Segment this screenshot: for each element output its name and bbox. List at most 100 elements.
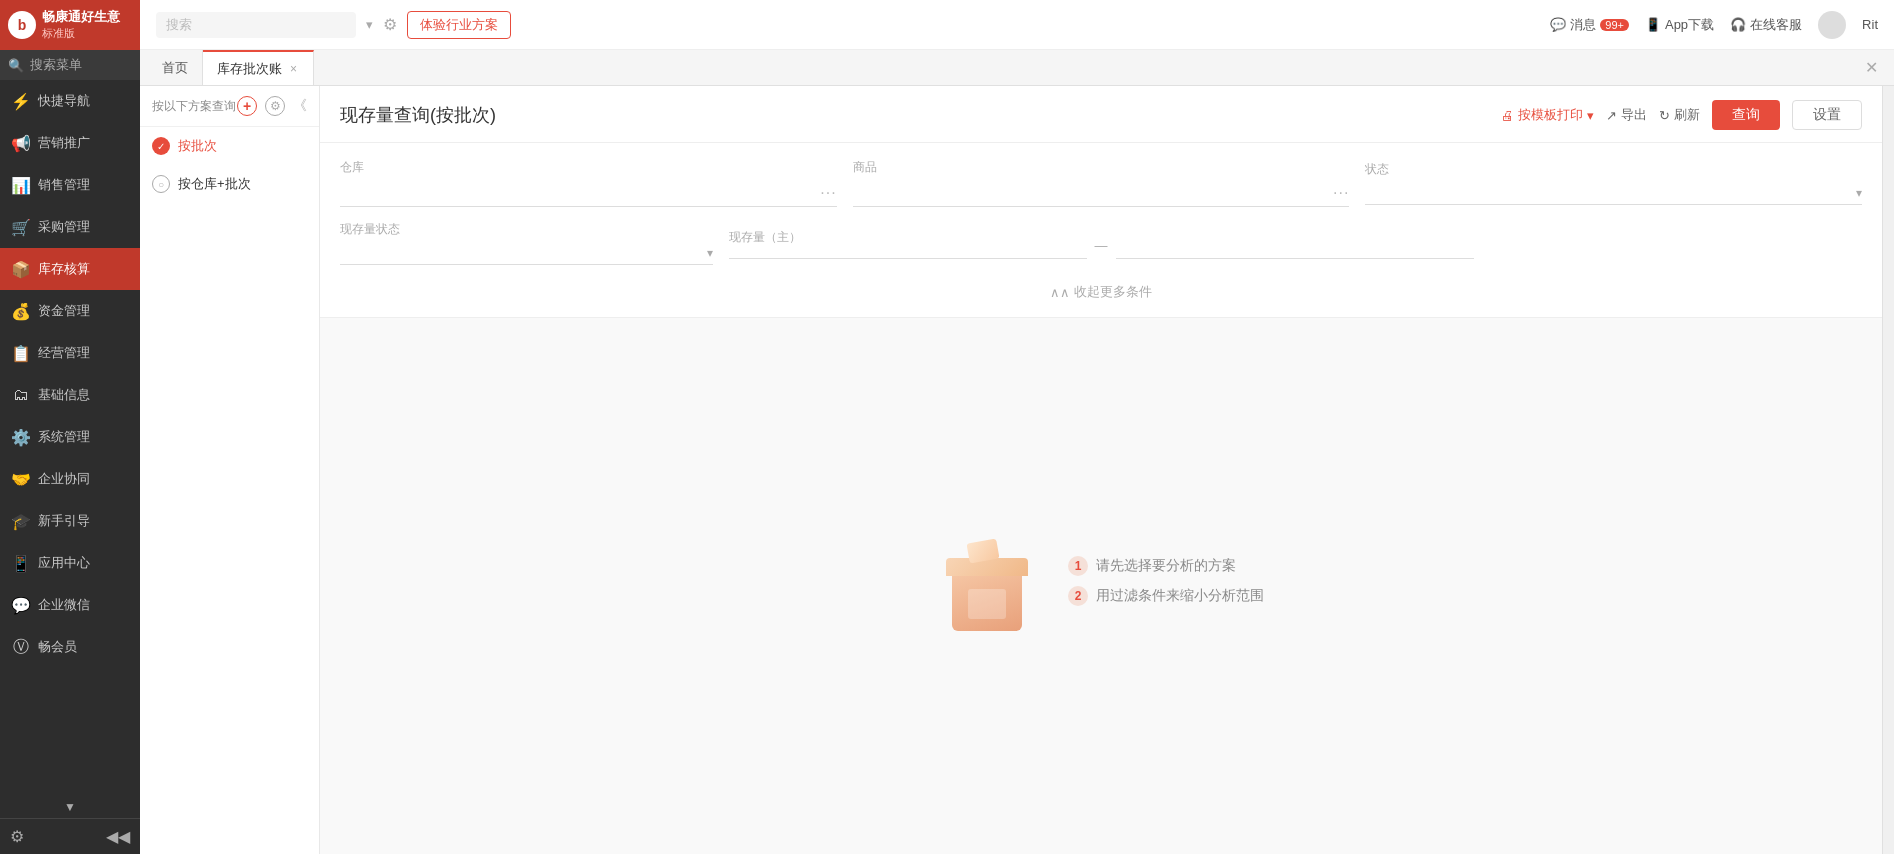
tab-bar: 首页 库存批次账 × ✕ [140, 50, 1894, 86]
topbar-gear-icon[interactable]: ⚙ [383, 15, 397, 34]
empty-text: 1 请先选择要分析的方案 2 用过滤条件来缩小分析范围 [1068, 556, 1264, 616]
messages-badge: 99+ [1600, 19, 1629, 31]
username[interactable]: Rit [1862, 17, 1878, 32]
left-panel-header-actions: + ⚙ 《 [237, 96, 307, 116]
sidebar-item-operations[interactable]: 📋 经营管理 [0, 332, 140, 374]
sidebar-item-system[interactable]: ⚙️ 系统管理 [0, 416, 140, 458]
hint-number-1: 1 [1068, 556, 1088, 576]
export-icon: ↗ [1606, 108, 1617, 123]
app-version: 标准版 [42, 26, 120, 40]
add-scheme-button[interactable]: + [237, 96, 257, 116]
sidebar-item-sales[interactable]: 📊 销售管理 [0, 164, 140, 206]
filter-area: 仓库 ··· 商品 ··· [320, 143, 1882, 318]
app-download-label: App下载 [1665, 16, 1714, 34]
stock-qty-to-input[interactable] [1116, 250, 1474, 259]
wechat-icon: 💬 [12, 596, 30, 614]
stock-qty-label: 现存量（主） [729, 229, 1087, 246]
stock-status-label: 现存量状态 [340, 221, 713, 238]
sidebar-item-label: 营销推广 [38, 134, 90, 152]
stock-qty-from-input[interactable] [729, 250, 1087, 259]
sales-icon: 📊 [12, 176, 30, 194]
apps-icon: 📱 [12, 554, 30, 572]
sidebar-item-purchase[interactable]: 🛒 采购管理 [0, 206, 140, 248]
status-dropdown-icon[interactable]: ▾ [1856, 186, 1862, 200]
print-label: 按模板打印 [1518, 106, 1583, 124]
sidebar-item-finance[interactable]: 💰 资金管理 [0, 290, 140, 332]
avatar[interactable] [1818, 11, 1846, 39]
app-logo: b [8, 11, 36, 39]
scheme-active-icon: ✓ [152, 137, 170, 155]
sidebar-item-inventory[interactable]: 📦 库存核算 [0, 248, 140, 290]
newbie-icon: 🎓 [12, 512, 30, 530]
sidebar-item-label: 新手引导 [38, 512, 90, 530]
operations-icon: 📋 [12, 344, 30, 362]
sidebar-item-basic[interactable]: 🗂 基础信息 [0, 374, 140, 416]
box-inner [968, 589, 1006, 619]
hint-text-2: 用过滤条件来缩小分析范围 [1096, 587, 1264, 605]
tab-close-icon[interactable]: × [288, 60, 299, 78]
sidebar-item-label: 系统管理 [38, 428, 90, 446]
export-button[interactable]: ↗ 导出 [1606, 106, 1647, 124]
topbar-actions: 💬 消息 99+ 📱 App下载 🎧 在线客服 Rit [1550, 11, 1878, 39]
sidebar-item-cooperation[interactable]: 🤝 企业协同 [0, 458, 140, 500]
left-panel-header: 按以下方案查询 + ⚙ 《 [140, 86, 319, 127]
page-header: 现存量查询(按批次) 🖨 按模板打印 ▾ ↗ 导出 ↻ 刷新 [320, 86, 1882, 143]
print-button[interactable]: 🖨 按模板打印 ▾ [1501, 106, 1594, 124]
topbar-dropdown-icon[interactable]: ▾ [366, 17, 373, 32]
query-button[interactable]: 查询 [1712, 100, 1780, 130]
collapse-up-icon: ∧∧ [1050, 285, 1070, 300]
sidebar-item-newbie[interactable]: 🎓 新手引导 [0, 500, 140, 542]
printer-icon: 🖨 [1501, 108, 1514, 123]
collapse-sidebar-icon[interactable]: ◀◀ [106, 827, 130, 846]
tab-home[interactable]: 首页 [148, 50, 203, 85]
left-panel-title: 按以下方案查询 [152, 98, 236, 115]
print-dropdown-icon[interactable]: ▾ [1587, 108, 1594, 123]
scheme-item-warehouse-batch[interactable]: ○ 按仓库+批次 [140, 165, 319, 203]
tab-bar-close-button[interactable]: ✕ [1857, 54, 1886, 81]
right-scrollbar[interactable] [1882, 86, 1894, 854]
sidebar-header: b 畅康通好生意 标准版 [0, 0, 140, 50]
tab-inventory-batch[interactable]: 库存批次账 × [203, 50, 314, 85]
search-menu-label: 搜索菜单 [30, 56, 82, 74]
headset-icon: 🎧 [1730, 17, 1746, 32]
product-filter-field: 商品 ··· [853, 159, 1350, 207]
scheme-item-batch[interactable]: ✓ 按批次 [140, 127, 319, 165]
warehouse-dots[interactable]: ··· [820, 184, 836, 202]
sidebar-item-label: 应用中心 [38, 554, 90, 572]
sidebar-item-quicknav[interactable]: ⚡ 快捷导航 [0, 80, 140, 122]
trial-button[interactable]: 体验行业方案 [407, 11, 511, 39]
sidebar: b 畅康通好生意 标准版 🔍 搜索菜单 ⚡ 快捷导航 📢 营销推广 📊 销售管理… [0, 0, 140, 854]
stock-qty-divider: — [1095, 238, 1108, 259]
status-input[interactable]: ▾ [1365, 182, 1862, 205]
topbar-search-area[interactable]: 搜索 [156, 12, 356, 38]
stock-status-input[interactable]: ▾ [340, 242, 713, 265]
settings-button[interactable]: 设置 [1792, 100, 1862, 130]
inventory-icon: 📦 [12, 260, 30, 278]
system-icon: ⚙️ [12, 428, 30, 446]
sidebar-item-vip[interactable]: Ⓥ 畅会员 [0, 626, 140, 668]
online-service-action[interactable]: 🎧 在线客服 [1730, 16, 1802, 34]
stock-status-dropdown-icon[interactable]: ▾ [707, 246, 713, 260]
sidebar-item-label: 基础信息 [38, 386, 90, 404]
sidebar-scroll-down-btn[interactable]: ▼ [0, 796, 140, 818]
hint-text-1: 请先选择要分析的方案 [1096, 557, 1236, 575]
refresh-button[interactable]: ↻ 刷新 [1659, 106, 1700, 124]
product-input[interactable]: ··· [853, 180, 1350, 207]
sidebar-item-marketing[interactable]: 📢 营销推广 [0, 122, 140, 164]
sidebar-item-apps[interactable]: 📱 应用中心 [0, 542, 140, 584]
sidebar-nav: ⚡ 快捷导航 📢 营销推广 📊 销售管理 🛒 采购管理 📦 库存核算 💰 资金管… [0, 80, 140, 796]
messages-action[interactable]: 💬 消息 99+ [1550, 16, 1629, 34]
tab-home-label: 首页 [162, 59, 188, 77]
product-dots[interactable]: ··· [1333, 184, 1349, 202]
warehouse-filter-field: 仓库 ··· [340, 159, 837, 207]
warehouse-input[interactable]: ··· [340, 180, 837, 207]
app-download-action[interactable]: 📱 App下载 [1645, 16, 1714, 34]
collapse-panel-icon[interactable]: 《 [293, 97, 307, 115]
sidebar-item-wechat[interactable]: 💬 企业微信 [0, 584, 140, 626]
empty-illustration [938, 536, 1038, 636]
filter-collapse-row[interactable]: ∧∧ 收起更多条件 [340, 279, 1862, 301]
scheme-settings-button[interactable]: ⚙ [265, 96, 285, 116]
export-label: 导出 [1621, 106, 1647, 124]
search-menu-item[interactable]: 🔍 搜索菜单 [0, 50, 140, 80]
settings-icon[interactable]: ⚙ [10, 827, 24, 846]
